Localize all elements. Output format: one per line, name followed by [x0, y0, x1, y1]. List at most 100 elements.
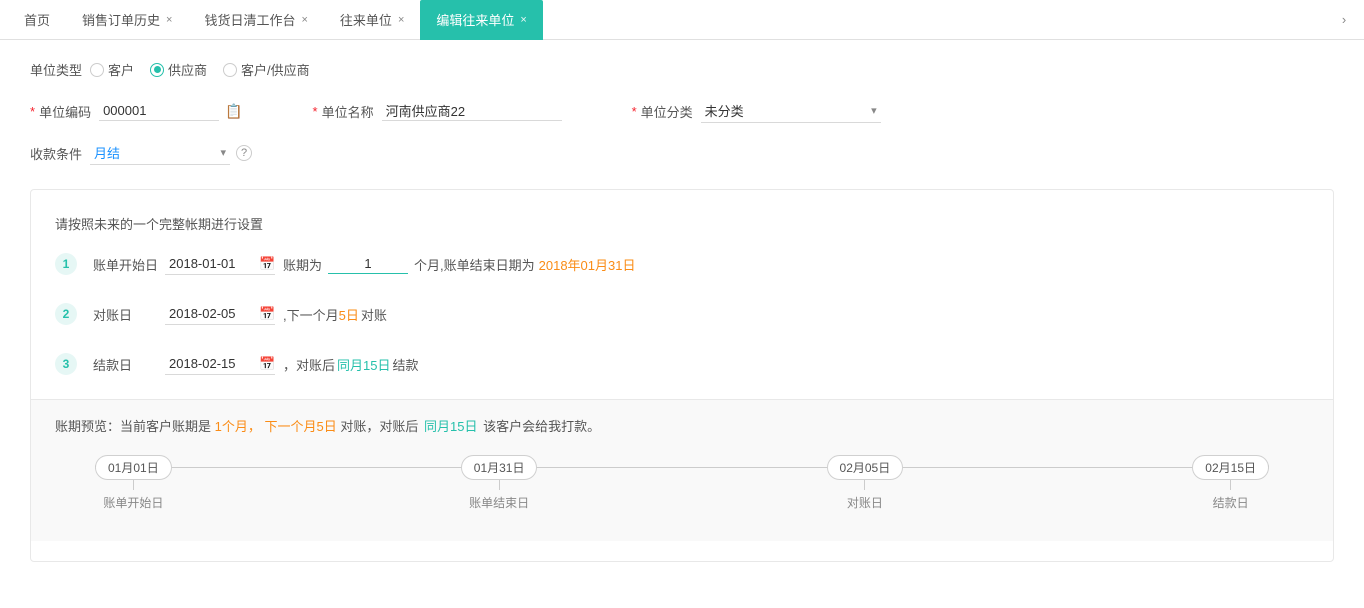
- timeline-item-2: 01月31日 账单结束日: [461, 455, 538, 511]
- timeline-date-4: 02月15日: [1192, 455, 1269, 480]
- step-3-calendar-icon[interactable]: 📅: [259, 356, 275, 372]
- radio-both-label: 客户/供应商: [241, 60, 310, 79]
- unit-code-label: 单位编码: [39, 102, 91, 121]
- unit-category-required: *: [632, 104, 637, 119]
- page-content: 单位类型 客户 供应商 客户/供应商 * 单位编码: [0, 40, 1364, 608]
- step-1-row: 1 账单开始日 📅 账期为 个月,账单结束日期为 2018年01月31日: [55, 253, 1309, 275]
- timeline-items: 01月01日 账单开始日 01月31日 账单结束日 02月05日 对账日: [95, 455, 1269, 511]
- step-2-suffix: 对账: [361, 305, 387, 324]
- step-2-highlight: 5日: [339, 305, 359, 324]
- step-3-row: 3 结款日 📅 ，对账后 同月15日 结款: [55, 353, 1309, 375]
- timeline-item-3: 02月05日 对账日: [827, 455, 904, 511]
- radio-both-circle: [223, 63, 237, 77]
- step-3-date-wrap: 📅: [165, 354, 275, 375]
- unit-name-field: * 单位名称: [313, 101, 562, 121]
- payment-terms-select[interactable]: 月结 ▾: [90, 141, 230, 165]
- help-icon[interactable]: ?: [236, 145, 252, 161]
- radio-supplier-label: 供应商: [168, 60, 207, 79]
- timeline-connector-3: [864, 480, 865, 490]
- payment-terms-row: 收款条件 月结 ▾ ?: [30, 141, 1334, 165]
- timeline-item-1: 01月01日 账单开始日: [95, 455, 172, 511]
- timeline-container: 01月01日 账单开始日 01月31日 账单结束日 02月05日 对账日: [55, 455, 1309, 541]
- unit-code-field: * 单位编码 📋: [30, 101, 243, 121]
- tab-sales-history-close[interactable]: ×: [166, 14, 172, 26]
- tab-edit-partner-label: 编辑往来单位: [436, 10, 514, 29]
- timeline-date-3: 02月05日: [827, 455, 904, 480]
- timeline-connector-4: [1230, 480, 1231, 490]
- preview-part1: 1个月，: [215, 419, 261, 434]
- billing-period-section: 请按照未来的一个完整帐期进行设置 1 账单开始日 📅 账期为 个月,账单结束日期…: [30, 189, 1334, 562]
- step-1-calendar-icon[interactable]: 📅: [259, 256, 275, 272]
- step-1-date-wrap: 📅: [165, 254, 275, 275]
- step-2-label: 对账日: [93, 305, 153, 324]
- preview-middle: 对账，对账后: [340, 419, 418, 434]
- step-1-date-input[interactable]: [169, 256, 259, 271]
- tab-cash-workbench-close[interactable]: ×: [301, 14, 307, 26]
- tab-partner-units[interactable]: 往来单位 ×: [324, 0, 420, 40]
- timeline-label-1: 账单开始日: [103, 494, 163, 511]
- timeline-item-4: 02月15日 结款日: [1192, 455, 1269, 511]
- timeline-label-2: 账单结束日: [469, 494, 529, 511]
- timeline-line: [135, 467, 1229, 468]
- timeline-label-3: 对账日: [847, 494, 883, 511]
- step-3-number: 3: [55, 353, 77, 375]
- tab-more-button[interactable]: ›: [1332, 0, 1356, 40]
- tab-edit-partner[interactable]: 编辑往来单位 ×: [420, 0, 542, 40]
- tab-cash-workbench[interactable]: 钱货日清工作台 ×: [188, 0, 323, 40]
- payment-terms-label: 收款条件: [30, 144, 82, 163]
- radio-both[interactable]: 客户/供应商: [223, 60, 310, 79]
- unit-category-value: 未分类: [705, 101, 865, 120]
- timeline-date-1: 01月01日: [95, 455, 172, 480]
- unit-code-input[interactable]: [99, 101, 219, 121]
- step-2-row: 2 对账日 📅 ,下一个月 5日 对账: [55, 303, 1309, 325]
- section-description: 请按照未来的一个完整帐期进行设置: [55, 214, 1309, 233]
- preview-text: 账期预览：当前客户账期是 1个月， 下一个月5日 对账，对账后 同月15日 该客…: [55, 416, 1309, 435]
- timeline-label-4: 结款日: [1213, 494, 1249, 511]
- tab-partner-units-label: 往来单位: [340, 10, 392, 29]
- unit-info-row: * 单位编码 📋 * 单位名称 * 单位分类 未分类 ▾: [30, 99, 1334, 123]
- unit-type-field: 单位类型 客户 供应商 客户/供应商: [30, 60, 310, 79]
- tab-edit-partner-close[interactable]: ×: [520, 14, 526, 26]
- radio-supplier-circle: [150, 63, 164, 77]
- step-1-end-date: 2018年01月31日: [539, 255, 636, 274]
- preview-label: 账期预览：当前客户账期是: [55, 419, 211, 434]
- unit-category-arrow: ▾: [871, 104, 877, 117]
- tab-home-label: 首页: [24, 10, 50, 29]
- step-1-number: 1: [55, 253, 77, 275]
- unit-type-radio-group: 客户 供应商 客户/供应商: [90, 60, 310, 79]
- tab-sales-history[interactable]: 销售订单历史 ×: [66, 0, 188, 40]
- step-3-prefix: ，对账后: [283, 355, 335, 374]
- tabs-bar: 首页 销售订单历史 × 钱货日清工作台 × 往来单位 × 编辑往来单位 × ›: [0, 0, 1364, 40]
- period-input[interactable]: [328, 254, 408, 274]
- step-3-highlight: 同月15日: [337, 355, 390, 374]
- unit-name-input[interactable]: [382, 101, 562, 121]
- unit-category-select[interactable]: 未分类 ▾: [701, 99, 881, 123]
- step-2-number: 2: [55, 303, 77, 325]
- radio-supplier[interactable]: 供应商: [150, 60, 207, 79]
- tab-partner-units-close[interactable]: ×: [398, 14, 404, 26]
- unit-name-label: 单位名称: [322, 102, 374, 121]
- payment-terms-arrow: ▾: [220, 146, 226, 159]
- step-3-suffix: 结款: [392, 355, 418, 374]
- step-2-prefix: ,下一个月: [283, 305, 339, 324]
- step-1-prefix: 账期为: [283, 255, 322, 274]
- preview-part3: 同月15日: [424, 419, 477, 434]
- copy-icon[interactable]: 📋: [225, 103, 242, 120]
- preview-part2: 下一个月5日: [265, 419, 337, 434]
- radio-customer[interactable]: 客户: [90, 60, 134, 79]
- unit-code-required: *: [30, 104, 35, 119]
- step-3-date-input[interactable]: [169, 356, 259, 371]
- timeline-date-2: 01月31日: [461, 455, 538, 480]
- step-1-label: 账单开始日: [93, 255, 153, 274]
- unit-category-label: 单位分类: [641, 102, 693, 121]
- step-2-date-input[interactable]: [169, 306, 259, 321]
- tab-home[interactable]: 首页: [8, 0, 66, 40]
- step-3-label: 结款日: [93, 355, 153, 374]
- step-1-suffix: 个月,账单结束日期为: [414, 255, 535, 274]
- step-2-date-wrap: 📅: [165, 304, 275, 325]
- tab-cash-workbench-label: 钱货日清工作台: [204, 10, 295, 29]
- timeline-connector-1: [133, 480, 134, 490]
- payment-terms-field: 收款条件 月结 ▾ ?: [30, 141, 252, 165]
- step-2-calendar-icon[interactable]: 📅: [259, 306, 275, 322]
- timeline-connector-2: [499, 480, 500, 490]
